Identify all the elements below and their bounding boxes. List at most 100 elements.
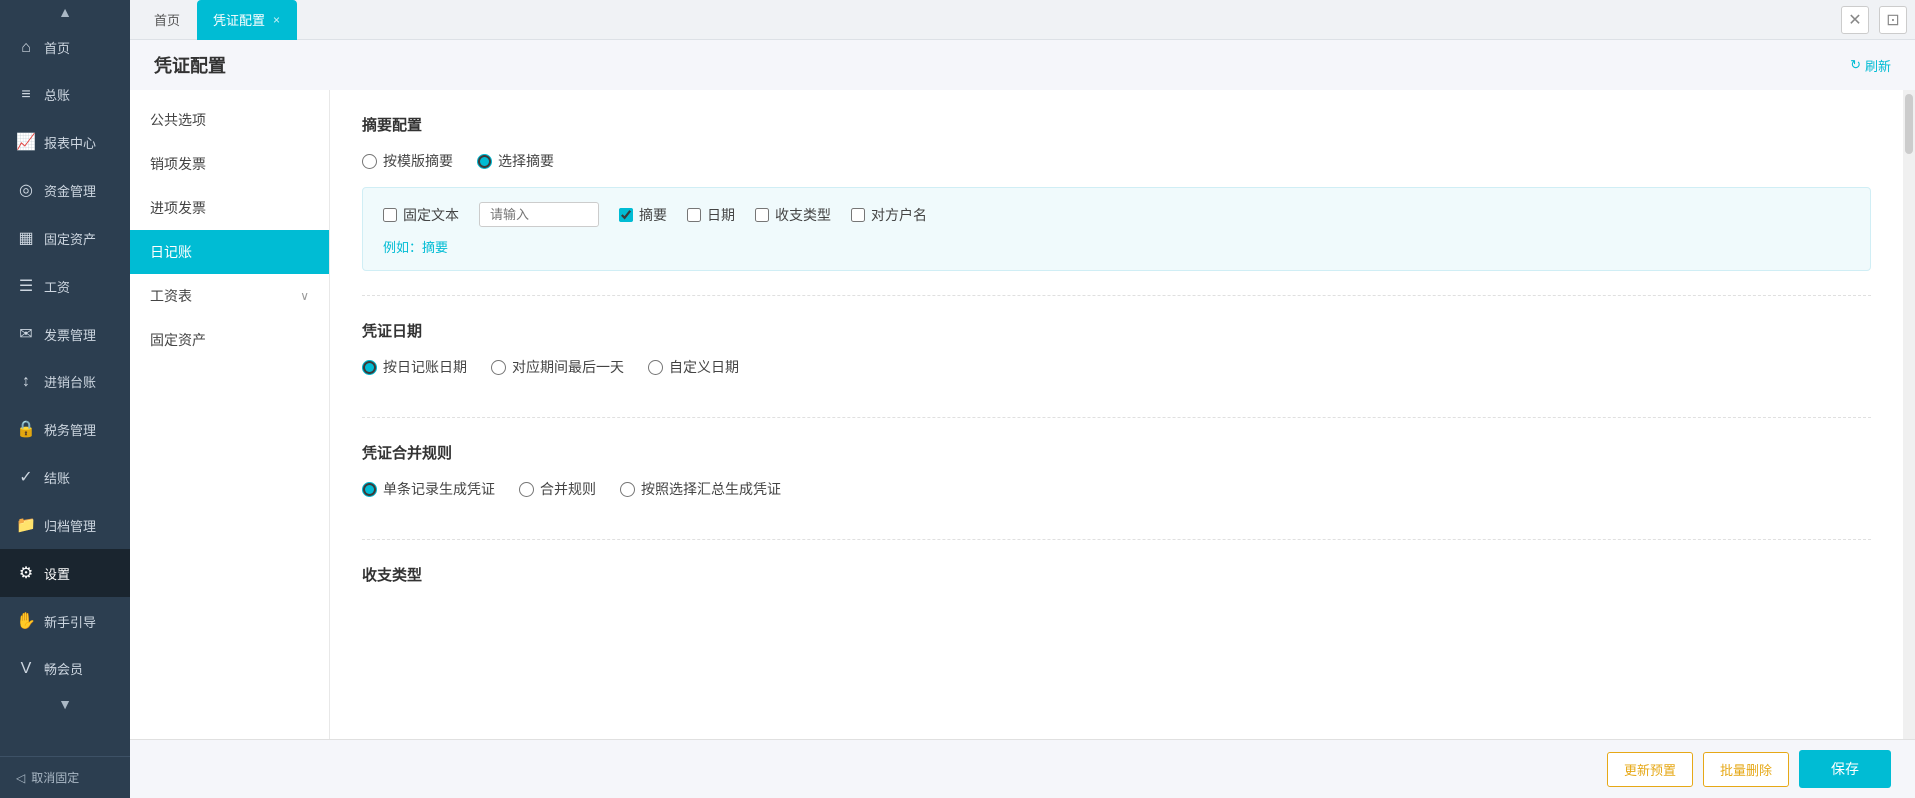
unpin-button[interactable]: ◁ 取消固定: [0, 757, 130, 798]
nav-item-public[interactable]: 公共选项: [130, 98, 329, 142]
radio-custom-date[interactable]: 自定义日期: [648, 357, 739, 377]
check-income-type-label: 收支类型: [775, 205, 831, 225]
radio-select-summary[interactable]: 选择摘要: [477, 151, 554, 171]
check-fixed-text[interactable]: 固定文本: [383, 205, 459, 225]
sidebar-item-label: 新手引导: [44, 612, 96, 631]
check-fixed-text-label: 固定文本: [403, 205, 459, 225]
radio-by-journal-date-label: 按日记账日期: [383, 357, 467, 377]
check-counterpart[interactable]: 对方户名: [851, 205, 927, 225]
bottom-action-bar: 更新预置 批量删除 保存: [130, 739, 1915, 798]
merge-rules-radio-group: 单条记录生成凭证 合并规则 按照选择汇总生成凭证: [362, 479, 1871, 499]
scrollbar-thumb[interactable]: [1905, 94, 1913, 154]
sidebar-item-guide[interactable]: ✋ 新手引导: [0, 597, 130, 645]
radio-custom-date-input[interactable]: [648, 360, 663, 375]
sidebar-scroll-up[interactable]: ▲: [0, 0, 130, 24]
radio-template-input[interactable]: [362, 154, 377, 169]
radio-single-record[interactable]: 单条记录生成凭证: [362, 479, 495, 499]
sidebar-item-tax[interactable]: 🔒 税务管理: [0, 405, 130, 453]
invoice-icon: ✉: [16, 324, 36, 344]
radio-merge-rules-input[interactable]: [519, 482, 534, 497]
sidebar-item-vip[interactable]: V 畅会员: [0, 645, 130, 692]
sidebar-item-label: 首页: [44, 38, 70, 57]
nav-item-label: 工资表: [150, 286, 192, 306]
nav-item-purchase-invoice[interactable]: 进项发票: [130, 186, 329, 230]
sidebar-item-settings[interactable]: ⚙ 设置: [0, 549, 130, 597]
check-income-type[interactable]: 收支类型: [755, 205, 831, 225]
income-type-title: 收支类型: [362, 564, 1871, 585]
radio-by-journal-date-input[interactable]: [362, 360, 377, 375]
tab-active-label: 凭证配置: [213, 10, 265, 29]
sidebar-item-payroll[interactable]: ☰ 工资: [0, 262, 130, 310]
purchase-sales-icon: ↕: [16, 373, 36, 391]
checkbox-date[interactable]: [687, 208, 701, 222]
tab-home[interactable]: 首页: [138, 0, 197, 40]
radio-merge-rules-label: 合并规则: [540, 479, 596, 499]
radio-by-selection-input[interactable]: [620, 482, 635, 497]
refresh-button[interactable]: ↻ 刷新: [1850, 56, 1891, 75]
section-voucher-date: 凭证日期 按日记账日期 对应期间最后一天 自定义日期: [362, 320, 1871, 418]
batch-delete-button[interactable]: 批量删除: [1703, 752, 1789, 787]
radio-single-record-input[interactable]: [362, 482, 377, 497]
content-area: 凭证配置 ↻ 刷新 公共选项 销项发票 进项发票 日记账: [130, 40, 1915, 798]
scrollbar-track[interactable]: [1903, 90, 1915, 739]
radio-by-selection[interactable]: 按照选择汇总生成凭证: [620, 479, 781, 499]
radio-by-selection-label: 按照选择汇总生成凭证: [641, 479, 781, 499]
check-summary[interactable]: 摘要: [619, 205, 667, 225]
checkbox-fixed-text[interactable]: [383, 208, 397, 222]
radio-template-label: 按模版摘要: [383, 151, 453, 171]
check-date[interactable]: 日期: [687, 205, 735, 225]
radio-last-day-input[interactable]: [491, 360, 506, 375]
expand-window-button[interactable]: ⊡: [1879, 6, 1907, 34]
chevron-down-icon: ∨: [300, 289, 309, 303]
sidebar-item-home[interactable]: ⌂ 首页: [0, 24, 130, 71]
merge-rules-title: 凭证合并规则: [362, 442, 1871, 463]
assets-icon: ▦: [16, 228, 36, 248]
sidebar-item-invoice-mgmt[interactable]: ✉ 发票管理: [0, 310, 130, 358]
sidebar-item-label: 资金管理: [44, 181, 96, 200]
closing-icon: ✓: [16, 467, 36, 487]
sidebar-item-assets[interactable]: ▦ 固定资产: [0, 214, 130, 262]
section-merge-rules: 凭证合并规则 单条记录生成凭证 合并规则 按照选择汇总生成凭证: [362, 442, 1871, 540]
sidebar-item-purchase-sales[interactable]: ↕ 进销台账: [0, 358, 130, 405]
check-date-label: 日期: [707, 205, 735, 225]
fixed-text-input[interactable]: [479, 202, 599, 227]
checkbox-counterpart[interactable]: [851, 208, 865, 222]
tab-close-icon[interactable]: ×: [273, 13, 280, 27]
checkbox-income-type[interactable]: [755, 208, 769, 222]
home-icon: ⌂: [16, 39, 36, 57]
radio-merge-rules[interactable]: 合并规则: [519, 479, 596, 499]
radio-last-day[interactable]: 对应期间最后一天: [491, 357, 624, 377]
nav-item-label: 公共选项: [150, 110, 206, 130]
nav-item-label: 固定资产: [150, 330, 206, 350]
radio-by-journal-date[interactable]: 按日记账日期: [362, 357, 467, 377]
radio-select-input[interactable]: [477, 154, 492, 169]
page-header: 凭证配置 ↻ 刷新: [130, 40, 1915, 90]
nav-item-journal[interactable]: 日记账: [130, 230, 329, 274]
nav-item-fixed-assets[interactable]: 固定资产: [130, 318, 329, 362]
preview-text: 例如：摘要: [383, 237, 1850, 256]
checkbox-summary[interactable]: [619, 208, 633, 222]
radio-single-record-label: 单条记录生成凭证: [383, 479, 495, 499]
update-preview-button[interactable]: 更新预置: [1607, 752, 1693, 787]
sidebar-item-funds[interactable]: ◎ 资金管理: [0, 166, 130, 214]
save-button[interactable]: 保存: [1799, 750, 1891, 788]
sidebar-item-archive[interactable]: 📁 归档管理: [0, 501, 130, 549]
close-window-button[interactable]: ✕: [1841, 6, 1869, 34]
sidebar-item-label: 畅会员: [44, 659, 83, 678]
sidebar-item-reports[interactable]: 📈 报表中心: [0, 118, 130, 166]
tab-home-label: 首页: [154, 10, 180, 29]
refresh-icon: ↻: [1850, 57, 1861, 73]
tab-voucher-config[interactable]: 凭证配置 ×: [197, 0, 297, 40]
sidebar-item-closing[interactable]: ✓ 结账: [0, 453, 130, 501]
nav-item-sales-invoice[interactable]: 销项发票: [130, 142, 329, 186]
radio-last-day-label: 对应期间最后一天: [512, 357, 624, 377]
radio-custom-date-label: 自定义日期: [669, 357, 739, 377]
unpin-label: 取消固定: [31, 769, 79, 786]
sidebar-item-ledger[interactable]: ≡ 总账: [0, 71, 130, 118]
sidebar-scroll-down[interactable]: ▼: [0, 692, 130, 716]
nav-item-payroll-table[interactable]: 工资表 ∨: [130, 274, 329, 318]
sidebar-item-label: 进销台账: [44, 372, 96, 391]
guide-icon: ✋: [16, 611, 36, 631]
left-nav: 公共选项 销项发票 进项发票 日记账 工资表 ∨ 固定资产: [130, 90, 330, 739]
radio-template-summary[interactable]: 按模版摘要: [362, 151, 453, 171]
